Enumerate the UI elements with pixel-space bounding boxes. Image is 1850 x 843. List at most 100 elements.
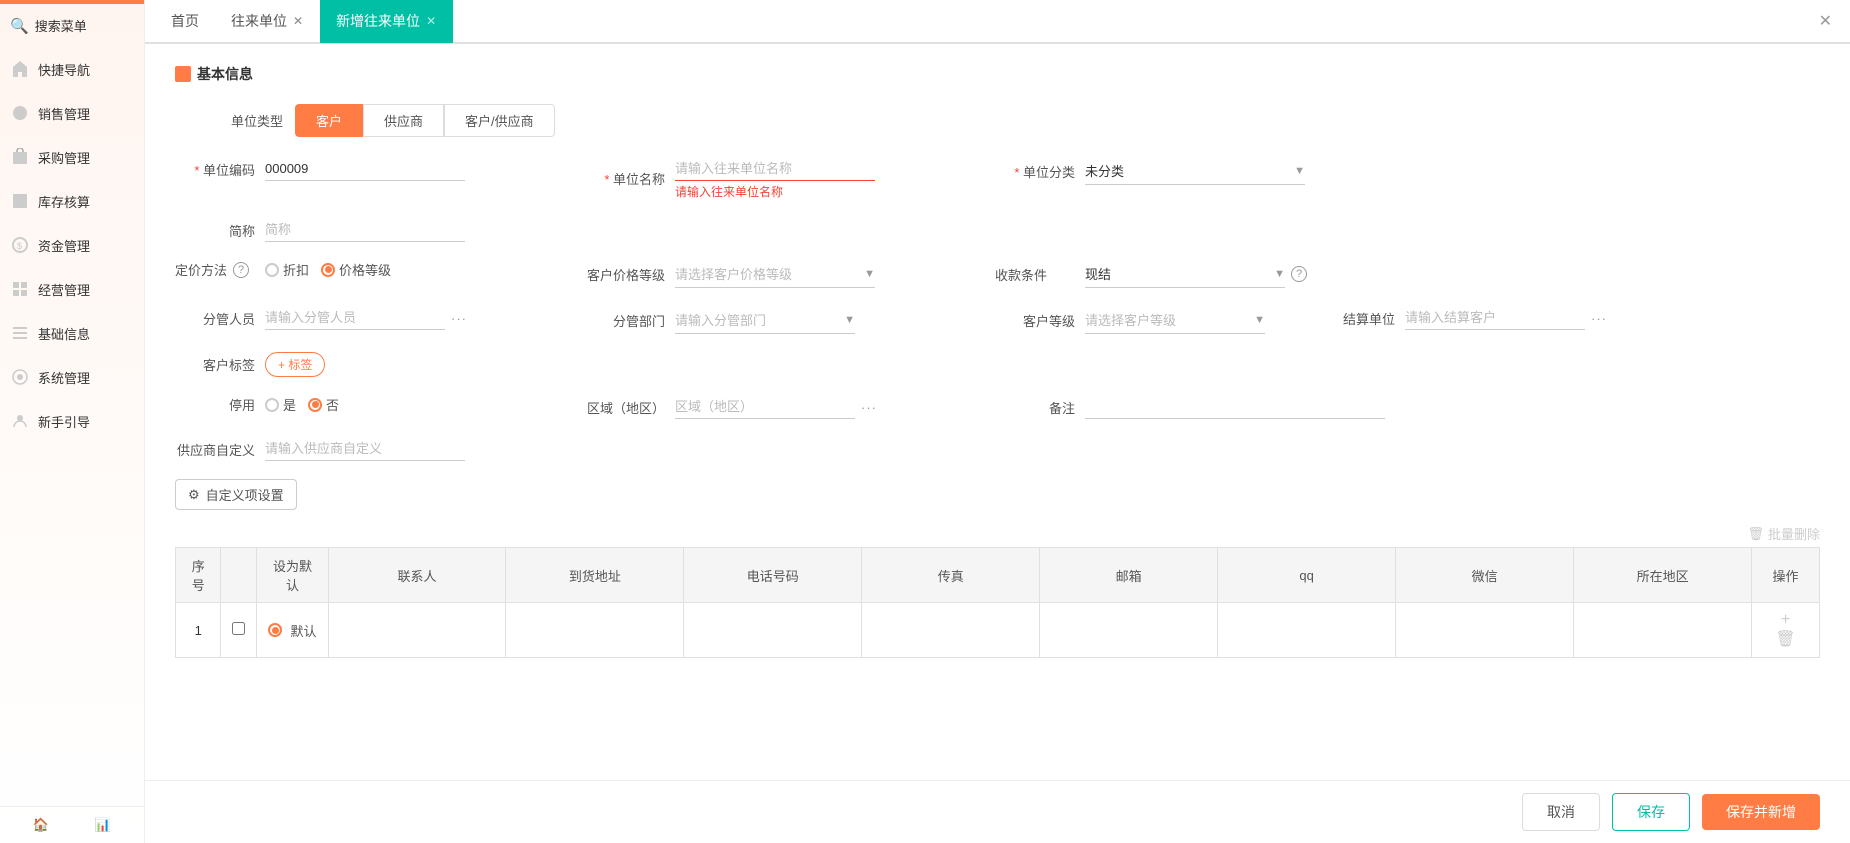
- unit-code-input[interactable]: [265, 157, 465, 181]
- tab-units[interactable]: 往来单位 ✕: [215, 0, 320, 43]
- contact-input[interactable]: [339, 623, 496, 638]
- cell-contact[interactable]: [328, 603, 506, 658]
- cell-address[interactable]: [506, 603, 684, 658]
- payment-terms-value: 现结: [1085, 264, 1111, 283]
- default-radio[interactable]: [268, 623, 282, 637]
- manager-input[interactable]: [265, 306, 445, 330]
- sidebar-item-system[interactable]: 系统管理: [0, 355, 144, 399]
- col-action: 操作: [1752, 548, 1820, 603]
- sidebar-item-operations[interactable]: 经营管理: [0, 267, 144, 311]
- pricing-radio-group: 折扣 价格等级: [265, 260, 391, 279]
- sidebar-bottom-icon1[interactable]: 🏠: [33, 817, 49, 833]
- form-footer: 取消 保存 保存并新增: [145, 780, 1850, 843]
- cell-checkbox[interactable]: [221, 603, 257, 658]
- gear-icon: ⚙: [188, 487, 200, 503]
- custom-settings-btn[interactable]: ⚙ 自定义项设置: [175, 479, 297, 510]
- wechat-input[interactable]: [1406, 623, 1563, 638]
- del-row-btn[interactable]: 🗑: [1771, 631, 1799, 648]
- cell-wechat[interactable]: [1396, 603, 1574, 658]
- sidebar-item-newbie[interactable]: 新手引导: [0, 399, 144, 443]
- sidebar-bottom: 🏠 📊: [0, 806, 144, 843]
- tab-units-close[interactable]: ✕: [293, 14, 303, 28]
- manager-dots[interactable]: ···: [451, 311, 467, 326]
- col-phone: 电话号码: [684, 548, 862, 603]
- field-disable: 停用 是 否: [175, 395, 555, 414]
- sidebar-item-finance[interactable]: $ 资金管理: [0, 223, 144, 267]
- region-input[interactable]: [675, 395, 855, 419]
- sidebar-search[interactable]: 🔍 搜索菜单: [0, 4, 144, 47]
- settlement-input[interactable]: [1405, 306, 1585, 330]
- email-input[interactable]: [1050, 623, 1207, 638]
- tab-bar-close-btn[interactable]: ✕: [1811, 11, 1840, 31]
- qq-input[interactable]: [1228, 623, 1385, 638]
- purchase-icon: [10, 147, 30, 167]
- sidebar-item-label: 经营管理: [38, 280, 90, 299]
- add-row-btn[interactable]: +: [1777, 611, 1794, 628]
- sidebar-item-quick-nav[interactable]: 快捷导航: [0, 47, 144, 91]
- cell-email[interactable]: [1040, 603, 1218, 658]
- sidebar-item-purchase[interactable]: 采购管理: [0, 135, 144, 179]
- customer-level-select[interactable]: 请选择客户等级 ▼: [1085, 306, 1265, 334]
- form-row-4: 分管人员 ··· 分管部门 请输入分管部门 ▼ 客户等级 请选择客户等级 ▼: [175, 306, 1820, 334]
- department-select[interactable]: 请输入分管部门 ▼: [675, 306, 855, 334]
- pricing-help-icon[interactable]: ?: [233, 262, 249, 278]
- address-input[interactable]: [516, 623, 673, 638]
- save-new-button[interactable]: 保存并新增: [1702, 794, 1820, 830]
- disable-yes[interactable]: 是: [265, 395, 296, 414]
- type-btn-customer[interactable]: 客户: [295, 104, 363, 137]
- form-row-3: 定价方法 ? 折扣 价格等级 客户价格等级: [175, 260, 1820, 288]
- phone-input[interactable]: [694, 623, 851, 638]
- sidebar-bottom-icon2[interactable]: 📊: [95, 817, 111, 833]
- row-checkbox[interactable]: [232, 622, 245, 635]
- customer-price-select[interactable]: 请选择客户价格等级 ▼: [675, 260, 875, 288]
- field-region: 区域（地区） ···: [585, 395, 965, 419]
- field-customer-price: 客户价格等级 请选择客户价格等级 ▼: [585, 260, 965, 288]
- price-level-label: 价格等级: [339, 260, 391, 279]
- customer-level-placeholder: 请选择客户等级: [1085, 310, 1176, 329]
- sidebar-item-basic[interactable]: 基础信息: [0, 311, 144, 355]
- region-dots[interactable]: ···: [861, 400, 877, 415]
- pricing-price-level[interactable]: 价格等级: [321, 260, 391, 279]
- yes-radio[interactable]: [265, 398, 279, 412]
- disable-no[interactable]: 否: [308, 395, 339, 414]
- unit-name-input[interactable]: [675, 157, 875, 181]
- sidebar-item-inventory[interactable]: 库存核算: [0, 179, 144, 223]
- supplier-custom-input[interactable]: [265, 437, 465, 461]
- cell-region[interactable]: [1574, 603, 1752, 658]
- newbie-icon: [10, 411, 30, 431]
- field-settlement: 结算单位 ···: [1315, 306, 1820, 330]
- section-title-icon: [175, 66, 191, 82]
- unit-category-select[interactable]: 未分类 ▼: [1085, 157, 1305, 185]
- type-btn-supplier[interactable]: 供应商: [363, 104, 444, 137]
- field-unit-code: 单位编码: [175, 157, 555, 181]
- pricing-label: 定价方法 ?: [175, 260, 265, 279]
- type-btn-both[interactable]: 客户/供应商: [444, 104, 555, 137]
- sidebar-item-sales[interactable]: 销售管理: [0, 91, 144, 135]
- cancel-button[interactable]: 取消: [1522, 793, 1600, 831]
- discount-radio[interactable]: [265, 263, 279, 277]
- tab-new-unit-close[interactable]: ✕: [426, 14, 436, 28]
- tab-new-unit[interactable]: 新增往来单位 ✕: [320, 0, 453, 43]
- col-checkbox: [221, 548, 257, 603]
- form-row-2: 简称: [175, 218, 1820, 242]
- pricing-discount[interactable]: 折扣: [265, 260, 309, 279]
- payment-terms-help-icon[interactable]: ?: [1291, 266, 1307, 282]
- cell-fax[interactable]: [862, 603, 1040, 658]
- fax-input[interactable]: [872, 623, 1029, 638]
- remark-input[interactable]: [1085, 395, 1385, 419]
- customer-level-label: 客户等级: [995, 311, 1085, 330]
- tab-home[interactable]: 首页: [155, 0, 215, 43]
- batch-delete-btn[interactable]: 🗑 批量删除: [1747, 524, 1820, 543]
- cell-qq[interactable]: [1218, 603, 1396, 658]
- save-button[interactable]: 保存: [1612, 793, 1690, 831]
- tag-add-btn[interactable]: + 标签: [265, 352, 325, 377]
- cell-phone[interactable]: [684, 603, 862, 658]
- price-level-radio[interactable]: [321, 263, 335, 277]
- default-radio-item[interactable]: 默认: [267, 621, 317, 640]
- no-radio[interactable]: [308, 398, 322, 412]
- unit-name-error: 请输入往来单位名称: [675, 183, 895, 200]
- short-name-input[interactable]: [265, 218, 465, 242]
- payment-terms-select[interactable]: 现结 ▼: [1085, 260, 1285, 288]
- row-region-input[interactable]: [1584, 623, 1741, 638]
- settlement-dots[interactable]: ···: [1591, 311, 1607, 326]
